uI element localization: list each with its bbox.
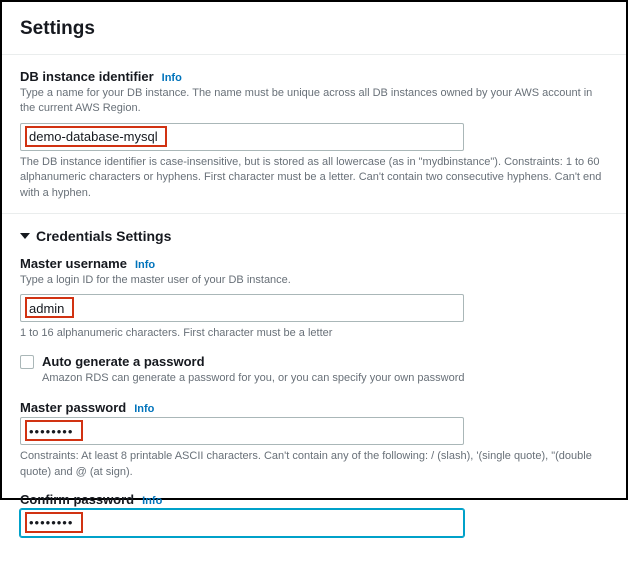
credentials-section-label: Credentials Settings — [36, 228, 171, 244]
auto-generate-field: Auto generate a password Amazon RDS can … — [20, 354, 608, 386]
db-identifier-label: DB instance identifier — [20, 69, 154, 84]
db-identifier-field: DB instance identifier Info Type a name … — [20, 69, 608, 201]
auto-generate-label: Auto generate a password — [42, 354, 205, 369]
confirm-password-input[interactable] — [20, 509, 464, 537]
db-identifier-info-link[interactable]: Info — [162, 72, 182, 84]
confirm-password-label: Confirm password — [20, 492, 134, 507]
master-username-input[interactable] — [20, 294, 464, 322]
auto-generate-help: Amazon RDS can generate a password for y… — [42, 371, 608, 386]
confirm-password-info-link[interactable]: Info — [142, 495, 162, 507]
master-password-field: Master password Info Constraints: At lea… — [20, 400, 608, 480]
divider — [2, 54, 626, 55]
master-username-field: Master username Info Type a login ID for… — [20, 256, 608, 342]
master-username-label: Master username — [20, 256, 127, 271]
master-username-constraint: 1 to 16 alphanumeric characters. First c… — [20, 326, 608, 341]
caret-down-icon — [20, 233, 30, 239]
db-identifier-constraint: The DB instance identifier is case-insen… — [20, 155, 608, 201]
master-username-info-link[interactable]: Info — [135, 259, 155, 271]
master-username-help: Type a login ID for the master user of y… — [20, 273, 608, 288]
master-password-label: Master password — [20, 400, 126, 415]
master-password-constraint: Constraints: At least 8 printable ASCII … — [20, 449, 608, 480]
db-identifier-help: Type a name for your DB instance. The na… — [20, 86, 608, 117]
confirm-password-field: Confirm password Info — [20, 492, 608, 537]
credentials-section-toggle[interactable]: Credentials Settings — [20, 228, 608, 244]
master-password-info-link[interactable]: Info — [134, 403, 154, 415]
auto-generate-checkbox[interactable] — [20, 355, 34, 369]
divider — [2, 213, 626, 214]
master-password-input[interactable] — [20, 417, 464, 445]
db-identifier-input[interactable] — [20, 123, 464, 151]
page-title: Settings — [20, 18, 608, 40]
